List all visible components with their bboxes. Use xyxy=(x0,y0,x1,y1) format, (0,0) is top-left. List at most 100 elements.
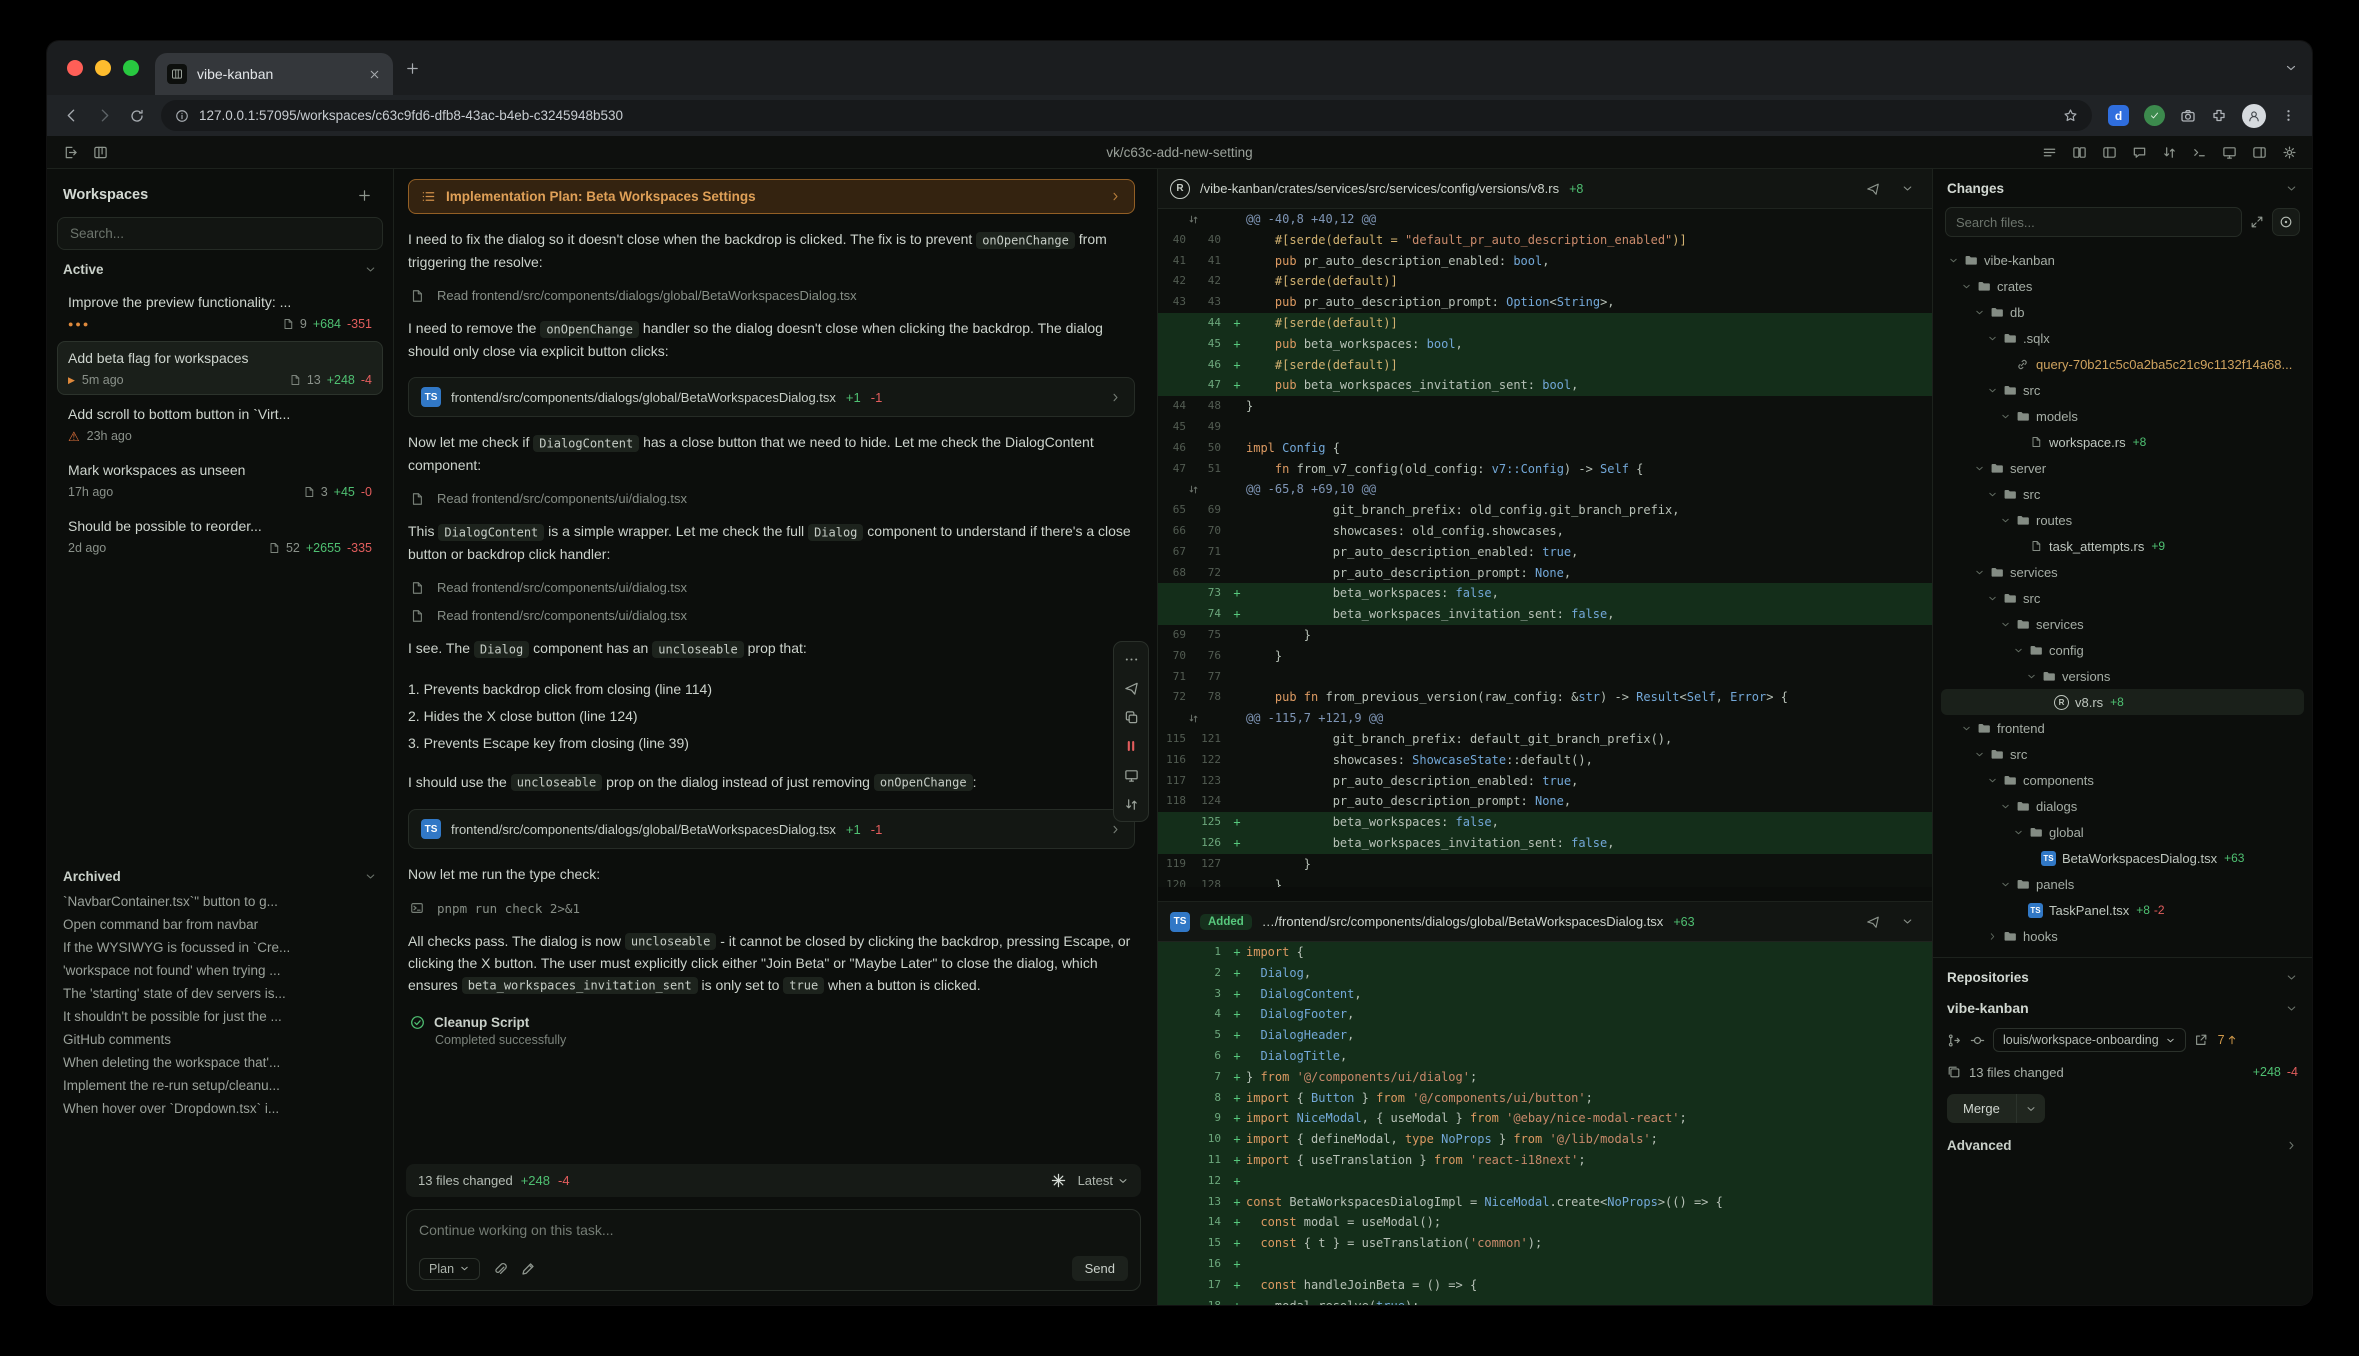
tree-folder[interactable]: dialogs xyxy=(1941,793,2304,819)
exit-workspace-icon[interactable] xyxy=(57,140,83,164)
archived-section-header[interactable]: Archived xyxy=(57,857,383,890)
tool-call-row[interactable]: pnpm run check 2>&1 xyxy=(410,901,1135,916)
locate-file-button[interactable] xyxy=(2272,208,2300,236)
close-window-button[interactable] xyxy=(67,60,83,76)
archived-workspace-item[interactable]: Implement the re-run setup/cleanu... xyxy=(57,1074,383,1097)
tree-folder[interactable]: global xyxy=(1941,819,2304,845)
tool-call-row[interactable]: Read frontend/src/components/ui/dialog.t… xyxy=(410,491,1135,506)
tab-close-icon[interactable] xyxy=(368,68,381,81)
profile-avatar[interactable] xyxy=(2242,103,2266,128)
tree-file[interactable]: workspace.rs +8 xyxy=(1941,429,2304,455)
reload-button[interactable] xyxy=(129,108,145,124)
tree-folder[interactable]: db xyxy=(1941,299,2304,325)
git-compare-icon[interactable] xyxy=(2156,140,2182,164)
file-search-input[interactable] xyxy=(1945,207,2242,237)
minimize-window-button[interactable] xyxy=(95,60,111,76)
tree-file[interactable]: task_attempts.rs +9 xyxy=(1941,533,2304,559)
add-workspace-button[interactable] xyxy=(351,183,377,207)
diff-header[interactable]: R /vibe-kanban/crates/services/src/servi… xyxy=(1158,169,1932,209)
tree-folder[interactable]: services xyxy=(1941,559,2304,585)
address-bar[interactable]: 127.0.0.1:57095/workspaces/c63c9fd6-dfb8… xyxy=(161,100,2092,131)
file-change-card[interactable]: TS frontend/src/components/dialogs/global… xyxy=(408,377,1135,417)
diff-hunk-row[interactable]: @@ -40,8 +40,12 @@ xyxy=(1158,209,1932,230)
tree-file[interactable]: TS TaskPanel.tsx +8 -2 xyxy=(1941,897,2304,923)
collapse-diff-icon[interactable] xyxy=(1894,910,1920,934)
back-button[interactable] xyxy=(63,107,80,124)
repository-row[interactable]: vibe-kanban xyxy=(1947,994,2298,1022)
extensions-puzzle-icon[interactable] xyxy=(2211,108,2227,124)
diff-hunk-row[interactable]: @@ -115,7 +121,9 @@ xyxy=(1158,708,1932,729)
archived-workspace-item[interactable]: When deleting the workspace that'... xyxy=(57,1051,383,1074)
mode-selector[interactable]: Plan xyxy=(419,1257,481,1280)
edit-icon[interactable] xyxy=(520,1261,536,1277)
version-selector[interactable]: Latest xyxy=(1078,1173,1129,1188)
tree-folder[interactable]: src xyxy=(1941,741,2304,767)
tree-folder[interactable]: vibe-kanban xyxy=(1941,247,2304,273)
display-icon[interactable] xyxy=(1118,762,1144,788)
archived-workspace-item[interactable]: The 'starting' state of dev servers is..… xyxy=(57,982,383,1005)
archived-workspace-item[interactable]: 'workspace not found' when trying ... xyxy=(57,959,383,982)
branch-selector[interactable]: louis/workspace-onboarding xyxy=(1993,1028,2186,1052)
tree-folder[interactable]: crates xyxy=(1941,273,2304,299)
tree-folder[interactable]: models xyxy=(1941,403,2304,429)
changes-header[interactable]: Changes xyxy=(1933,169,2312,207)
archived-workspace-item[interactable]: `NavbarContainer.tsx`" button to g... xyxy=(57,890,383,913)
files-changed-bar[interactable]: 13 files changed +248 -4 Latest xyxy=(406,1164,1141,1197)
tool-call-row[interactable]: Read frontend/src/components/dialogs/glo… xyxy=(410,288,1135,303)
workspace-item[interactable]: Improve the preview functionality: ... ●… xyxy=(57,285,383,339)
tree-folder[interactable]: src xyxy=(1941,481,2304,507)
tree-folder[interactable]: panels xyxy=(1941,871,2304,897)
tree-file[interactable]: TS BetaWorkspacesDialog.tsx +63 xyxy=(1941,845,2304,871)
site-info-icon[interactable] xyxy=(175,109,189,123)
implementation-plan-banner[interactable]: Implementation Plan: Beta Workspaces Set… xyxy=(408,179,1135,214)
attach-icon[interactable] xyxy=(492,1261,508,1277)
board-icon[interactable] xyxy=(87,140,113,164)
tree-folder[interactable]: hooks xyxy=(1941,923,2304,949)
archived-workspace-item[interactable]: When hover over `Dropdown.tsx` i... xyxy=(57,1097,383,1120)
tool-call-row[interactable]: Read frontend/src/components/ui/dialog.t… xyxy=(410,580,1135,595)
message-input[interactable] xyxy=(419,1222,1128,1238)
tool-call-row[interactable]: Read frontend/src/components/ui/dialog.t… xyxy=(410,608,1135,623)
send-to-editor-icon[interactable] xyxy=(1860,910,1886,934)
file-change-card[interactable]: TS frontend/src/components/dialogs/global… xyxy=(408,809,1135,849)
tree-folder[interactable]: src xyxy=(1941,377,2304,403)
view-list-icon[interactable] xyxy=(2036,140,2062,164)
stop-icon[interactable] xyxy=(1118,733,1144,759)
advanced-section-header[interactable]: Advanced xyxy=(1947,1127,2298,1163)
copy-icon[interactable] xyxy=(1118,704,1144,730)
diff-content[interactable]: 1 + import {2 + Dialog, 3 + DialogContent, 4 + … xyxy=(1158,942,1932,1305)
tree-folder[interactable]: .sqlx xyxy=(1941,325,2304,351)
sparkle-icon[interactable] xyxy=(1051,1173,1066,1188)
tab-search-icon[interactable] xyxy=(2284,61,2298,75)
cleanup-script-status[interactable]: Cleanup Script Completed successfully xyxy=(410,1015,1135,1047)
active-section-header[interactable]: Active xyxy=(57,250,383,283)
extension-blue-icon[interactable]: d xyxy=(2108,105,2129,126)
preview-icon[interactable] xyxy=(2216,140,2242,164)
settings-icon[interactable] xyxy=(2276,140,2302,164)
archived-workspace-item[interactable]: If the WYSIWYG is focussed in `Cre... xyxy=(57,936,383,959)
extension-green-icon[interactable] xyxy=(2144,105,2165,126)
tree-file[interactable]: query-70b21c5c0a2ba5c21c9c1132f14a68... xyxy=(1941,351,2304,377)
browser-tab[interactable]: vibe-kanban xyxy=(155,53,393,95)
send-to-editor-icon[interactable] xyxy=(1860,177,1886,201)
conversation-scroll[interactable]: Implementation Plan: Beta Workspaces Set… xyxy=(394,169,1157,1156)
tree-folder[interactable]: src xyxy=(1941,585,2304,611)
screenshot-extension-icon[interactable] xyxy=(2180,108,2196,124)
tree-folder[interactable]: config xyxy=(1941,637,2304,663)
tree-file[interactable]: Rv8.rs +8 xyxy=(1941,689,2304,715)
forward-button[interactable] xyxy=(96,107,113,124)
tree-folder[interactable]: frontend xyxy=(1941,715,2304,741)
tree-folder[interactable]: routes xyxy=(1941,507,2304,533)
workspace-item[interactable]: Add beta flag for workspaces ▶ 5m ago 13 +2… xyxy=(57,341,383,395)
open-external-icon[interactable] xyxy=(2194,1033,2208,1047)
workspace-item[interactable]: Mark workspaces as unseen 17h ago 3 +45 -0 xyxy=(57,453,383,507)
panel-left-icon[interactable] xyxy=(2096,140,2122,164)
layout-columns-icon[interactable] xyxy=(2066,140,2092,164)
tree-folder[interactable]: components xyxy=(1941,767,2304,793)
tree-folder[interactable]: services xyxy=(1941,611,2304,637)
tree-folder[interactable]: versions xyxy=(1941,663,2304,689)
browser-menu-icon[interactable] xyxy=(2281,108,2296,123)
new-tab-button[interactable] xyxy=(405,61,420,76)
workspace-item[interactable]: Add scroll to bottom button in `Virt... … xyxy=(57,397,383,451)
diff-hunk-row[interactable]: @@ -65,8 +69,10 @@ xyxy=(1158,479,1932,500)
